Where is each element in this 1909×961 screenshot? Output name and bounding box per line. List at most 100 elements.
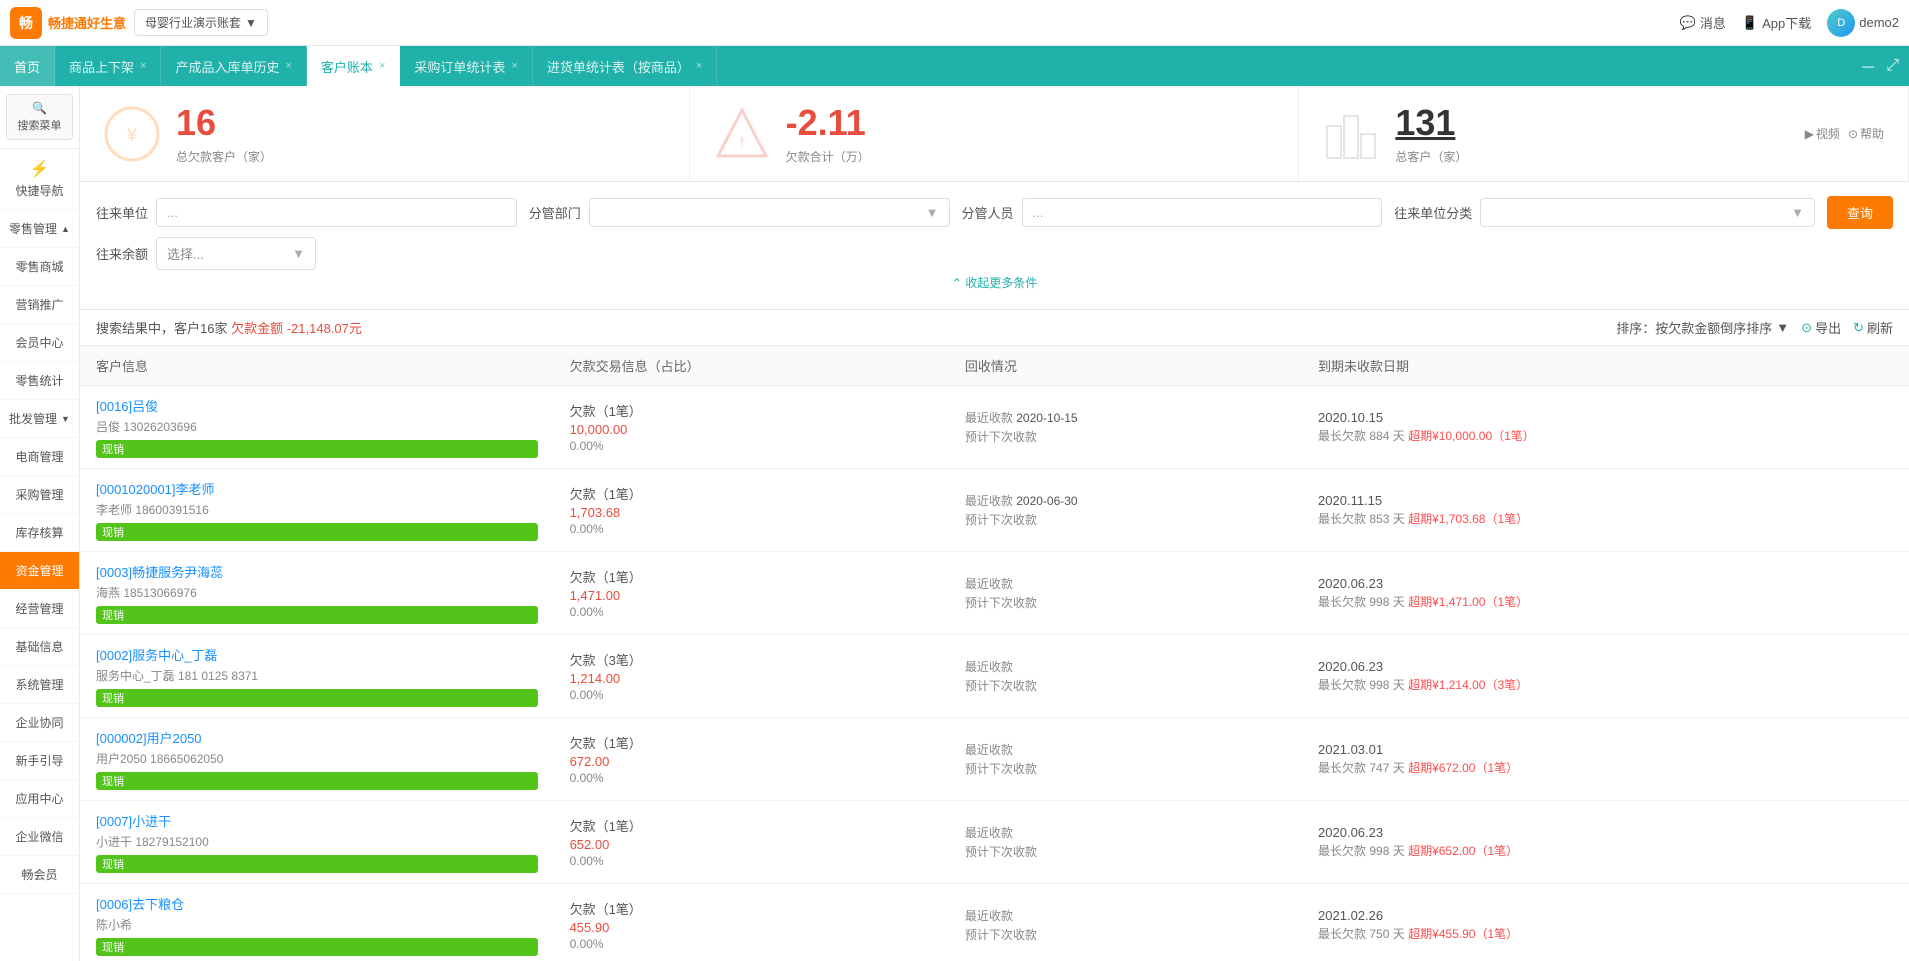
message-btn[interactable]: 💬 消息	[1680, 13, 1726, 32]
customer-name-6[interactable]: [0006]去下粮仓	[96, 894, 538, 913]
refresh-label: 刷新	[1867, 318, 1893, 337]
customer-info-4: [000002]用户2050 用户2050 18665062050 现销	[96, 728, 538, 790]
sidebar-item-member[interactable]: 会员中心	[0, 324, 79, 362]
table-body: [0016]吕俊 吕俊 13026203696 现销 欠款（1笔） 10,000…	[80, 386, 1909, 961]
filter-from-unit-input[interactable]: ...	[156, 198, 517, 227]
sidebar-item-inventory[interactable]: 库存核算	[0, 514, 79, 552]
overdue-link-4[interactable]: 超期¥672.00（1笔）	[1408, 761, 1518, 775]
recent-label-2: 最近收款	[965, 577, 1013, 591]
view-video-btn[interactable]: ▶ 视频	[1805, 125, 1840, 142]
overdue-link-5[interactable]: 超期¥652.00（1笔）	[1408, 844, 1518, 858]
customer-name-3[interactable]: [0002]服务中心_丁磊	[96, 645, 538, 664]
sidebar-item-system[interactable]: 系统管理	[0, 666, 79, 704]
sidebar-item-quick-nav[interactable]: ⚡ 快捷导航	[0, 149, 79, 210]
export-icon: ⊙	[1801, 320, 1812, 336]
tab-product-history-close[interactable]: ×	[285, 60, 291, 72]
sidebar-item-retail-mall[interactable]: 零售商城	[0, 248, 79, 286]
avatar: D	[1827, 9, 1855, 37]
customer-name-0[interactable]: [0016]吕俊	[96, 396, 538, 415]
overdue-link-0[interactable]: 超期¥10,000.00（1笔）	[1408, 429, 1535, 443]
tab-home-label: 首页	[14, 57, 40, 76]
sidebar-item-batch-mgmt[interactable]: 批发管理 ▼	[0, 400, 79, 438]
customer-info-0: [0016]吕俊 吕俊 13026203696 现销	[96, 396, 538, 458]
customer-name-4[interactable]: [000002]用户2050	[96, 728, 538, 747]
sidebar-item-apps[interactable]: 应用中心	[0, 780, 79, 818]
debt-amount-6[interactable]: 455.90	[570, 920, 933, 935]
sidebar-item-enterprise-wx[interactable]: 企业微信	[0, 818, 79, 856]
filter-balance-select[interactable]: 选择... ▼	[156, 237, 316, 270]
app-download-btn[interactable]: 📱 App下载	[1742, 13, 1811, 32]
sidebar-item-retail-mgmt[interactable]: 零售管理 ▲	[0, 210, 79, 248]
tab-purchase-stats-close[interactable]: ×	[696, 60, 702, 72]
cell-due-date-4: 2021.03.01 最长欠款 747 天 超期¥672.00（1笔）	[1302, 718, 1909, 801]
sidebar-item-ecommerce[interactable]: 电商管理	[0, 438, 79, 476]
filter-dept-select[interactable]: ▼	[589, 198, 950, 227]
customer-tag-3: 现销	[96, 689, 538, 707]
sidebar-item-guide[interactable]: 新手引导	[0, 742, 79, 780]
tab-purchase-summary[interactable]: 采购订单统计表 ×	[400, 46, 532, 86]
cell-recovery-6: 最近收款 预计下次收款	[949, 884, 1302, 961]
tab-expand-icon[interactable]: ⤢	[1884, 55, 1901, 77]
tab-purchase-stats[interactable]: 进货单统计表（按商品） ×	[533, 46, 717, 86]
sidebar-item-retail-stats[interactable]: 零售统计	[0, 362, 79, 400]
main-layout: 🔍 搜索菜单 ⚡ 快捷导航 零售管理 ▲ 零售商城 营销推广 会员中心 零售统计…	[0, 86, 1909, 961]
sidebar-item-basic-info[interactable]: 基础信息	[0, 628, 79, 666]
filter-unit-type-select[interactable]: ▼	[1480, 198, 1815, 227]
quick-nav-icon: ⚡	[30, 159, 50, 179]
customer-name-1[interactable]: [0001020001]李老师	[96, 479, 538, 498]
customer-info-6: [0006]去下粮仓 陈小希 现销	[96, 894, 538, 956]
debt-amount-2[interactable]: 1,471.00	[570, 588, 933, 603]
table-row: [000002]用户2050 用户2050 18665062050 现销 欠款（…	[80, 718, 1909, 801]
tab-home[interactable]: 首页	[0, 46, 55, 86]
sidebar-item-capital[interactable]: 资金管理	[0, 552, 79, 590]
sort-select[interactable]: 排序：按欠款金额倒序排序 ▼	[1616, 318, 1789, 337]
tab-customer-account-close[interactable]: ×	[379, 60, 385, 72]
sidebar-item-operations[interactable]: 经营管理	[0, 590, 79, 628]
debt-amount-1[interactable]: 1,703.68	[570, 505, 933, 520]
sidebar-search-btn[interactable]: 🔍 搜索菜单	[6, 94, 73, 140]
customer-name-5[interactable]: [0007]小进干	[96, 811, 538, 830]
store-selector[interactable]: 母婴行业演示账套 ▼	[134, 9, 268, 36]
sidebar-item-member-plus[interactable]: 畅会员	[0, 856, 79, 894]
overdue-link-3[interactable]: 超期¥1,214.00（3笔）	[1408, 678, 1528, 692]
sidebar-item-marketing[interactable]: 营销推广	[0, 286, 79, 324]
tab-product-off[interactable]: 商品上下架 ×	[55, 46, 161, 86]
collapse-row[interactable]: ⌃ 收起更多条件	[96, 270, 1893, 295]
debt-amount-5[interactable]: 652.00	[570, 837, 933, 852]
recent-label-6: 最近收款	[965, 909, 1013, 923]
tab-purchase-summary-close[interactable]: ×	[511, 60, 517, 72]
user-menu[interactable]: D demo2	[1827, 9, 1899, 37]
filter-unit-type-label: 往来单位分类	[1394, 203, 1472, 222]
customer-sub-6: 陈小希	[96, 916, 538, 933]
stat-label-overdue-amount: 欠款合计（万）	[786, 148, 1275, 165]
filter-person-input[interactable]: ...	[1022, 198, 1383, 227]
stat-card-overdue-amount: ! -2.11 欠款合计（万）	[690, 86, 1300, 181]
data-table: 客户信息 欠款交易信息（占比） 回收情况 到期未收款日期 [0016]吕俊 吕俊…	[80, 346, 1909, 961]
debt-count-1: 欠款（1笔）	[570, 484, 933, 503]
tab-product-off-close[interactable]: ×	[140, 60, 146, 72]
sidebar-item-purchase[interactable]: 采购管理	[0, 476, 79, 514]
cell-debt-info-6: 欠款（1笔） 455.90 0.00%	[554, 884, 949, 961]
help-btn[interactable]: ⊙ 帮助	[1848, 125, 1884, 142]
tab-minimize-icon[interactable]: －	[1858, 52, 1878, 80]
debt-amount-3[interactable]: 1,214.00	[570, 671, 933, 686]
overdue-days-3: 最长欠款 998 天 超期¥1,214.00（3笔）	[1318, 676, 1893, 693]
table-row: [0006]去下粮仓 陈小希 现销 欠款（1笔） 455.90 0.00% 最近…	[80, 884, 1909, 961]
sidebar-ecommerce-label: 电商管理	[15, 448, 63, 465]
tab-product-history[interactable]: 产成品入库单历史 ×	[161, 46, 306, 86]
overdue-link-2[interactable]: 超期¥1,471.00（1笔）	[1408, 595, 1528, 609]
sidebar-purchase-label: 采购管理	[15, 486, 63, 503]
tab-customer-account[interactable]: 客户账本 ×	[307, 46, 400, 86]
overdue-days-4: 最长欠款 747 天 超期¥672.00（1笔）	[1318, 759, 1893, 776]
debt-amount-4[interactable]: 672.00	[570, 754, 933, 769]
refresh-btn[interactable]: ↻ 刷新	[1853, 318, 1893, 337]
export-btn[interactable]: ⊙ 导出	[1801, 318, 1841, 337]
search-button[interactable]: 查询	[1827, 196, 1893, 229]
customer-info-2: [0003]畅捷服务尹海蕊 海燕 18513066976 现销	[96, 562, 538, 624]
cell-due-date-6: 2021.02.26 最长欠款 750 天 超期¥455.90（1笔）	[1302, 884, 1909, 961]
sidebar-item-enterprise[interactable]: 企业协同	[0, 704, 79, 742]
debt-amount-0[interactable]: 10,000.00	[570, 422, 933, 437]
overdue-link-1[interactable]: 超期¥1,703.68（1笔）	[1408, 512, 1528, 526]
customer-name-2[interactable]: [0003]畅捷服务尹海蕊	[96, 562, 538, 581]
overdue-link-6[interactable]: 超期¥455.90（1笔）	[1408, 927, 1518, 941]
